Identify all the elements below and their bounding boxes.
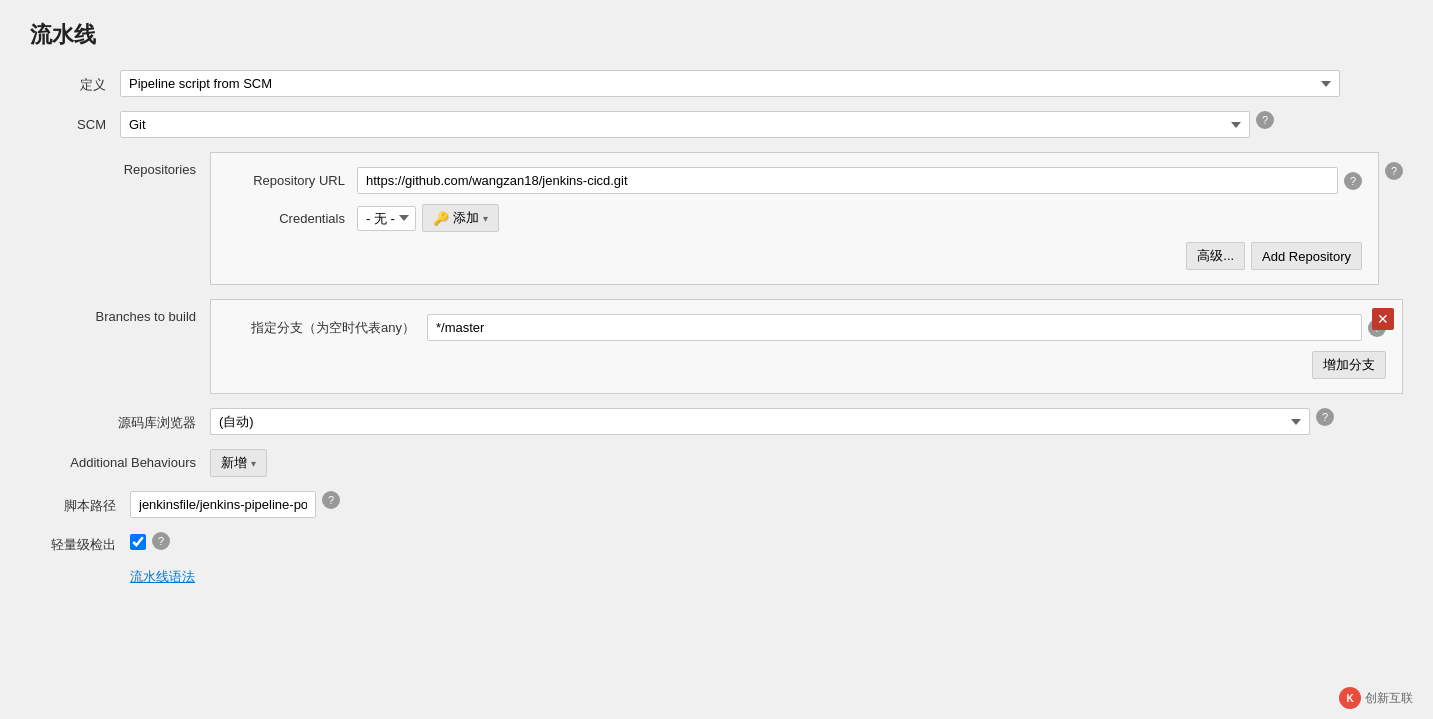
delete-branch-button[interactable]: ✕ (1372, 308, 1394, 330)
lightweight-checkout-checkbox[interactable] (130, 534, 146, 550)
source-browser-row: 源码库浏览器 (自动) ? (30, 408, 1403, 435)
add-branch-row: 增加分支 (227, 351, 1386, 379)
script-path-input[interactable] (130, 491, 316, 518)
repositories-help-icon[interactable]: ? (1385, 162, 1403, 180)
branches-row: Branches to build ✕ 指定分支（为空时代表any） ? 增加分… (30, 299, 1403, 394)
scm-row: SCM Git ? (30, 111, 1403, 138)
branch-field-label: 指定分支（为空时代表any） (227, 319, 427, 337)
scm-help-icon[interactable]: ? (1256, 111, 1274, 129)
xinjian-label: 新增 (221, 454, 247, 472)
credentials-add-button[interactable]: 🔑 添加 ▾ (422, 204, 499, 232)
xinjian-arrow: ▾ (251, 458, 256, 469)
additional-behaviours-label: Additional Behaviours (30, 449, 210, 470)
scm-label: SCM (30, 111, 120, 132)
repo-actions: 高级... Add Repository (227, 242, 1362, 270)
pipeline-syntax-link[interactable]: 流水线语法 (130, 568, 195, 586)
repo-url-label: Repository URL (227, 173, 357, 188)
lightweight-help-icon[interactable]: ? (152, 532, 170, 550)
repo-url-help-icon[interactable]: ? (1344, 172, 1362, 190)
script-path-label: 脚本路径 (30, 491, 130, 515)
add-repository-button[interactable]: Add Repository (1251, 242, 1362, 270)
branch-input[interactable] (427, 314, 1362, 341)
watermark: K 创新互联 (1339, 687, 1413, 709)
add-dropdown-arrow: ▾ (483, 213, 488, 224)
pipeline-syntax-row: 流水线语法 (30, 568, 1403, 586)
branches-label: Branches to build (30, 299, 210, 324)
script-path-row: 脚本路径 ? (30, 491, 1403, 518)
credentials-row: Credentials - 无 - 🔑 添加 ▾ (227, 204, 1362, 232)
definition-select[interactable]: Pipeline script from SCM (120, 70, 1340, 97)
repositories-row: Repositories Repository URL ? Credential… (30, 152, 1403, 285)
watermark-text: 创新互联 (1365, 690, 1413, 707)
definition-row: 定义 Pipeline script from SCM (30, 70, 1403, 97)
additional-behaviours-row: Additional Behaviours 新增 ▾ (30, 449, 1403, 477)
repo-url-row: Repository URL ? (227, 167, 1362, 194)
page-container: 流水线 定义 Pipeline script from SCM SCM Git … (0, 0, 1433, 620)
watermark-logo: K (1339, 687, 1361, 709)
scm-select[interactable]: Git (120, 111, 1250, 138)
source-browser-help-icon[interactable]: ? (1316, 408, 1334, 426)
additional-behaviours-add-button[interactable]: 新增 ▾ (210, 449, 267, 477)
lightweight-checkout-label: 轻量级检出 (30, 532, 130, 554)
credentials-select[interactable]: - 无 - (357, 206, 416, 231)
definition-content: Pipeline script from SCM (120, 70, 1403, 97)
script-path-help-icon[interactable]: ? (322, 491, 340, 509)
page-title: 流水线 (30, 20, 1403, 50)
definition-label: 定义 (30, 70, 120, 94)
advanced-button[interactable]: 高级... (1186, 242, 1245, 270)
pipeline-syntax-spacer (30, 568, 130, 574)
add-branch-button[interactable]: 增加分支 (1312, 351, 1386, 379)
repo-url-input[interactable] (357, 167, 1338, 194)
key-icon: 🔑 (433, 211, 449, 226)
repositories-box: Repository URL ? Credentials - 无 - 🔑 添加 (210, 152, 1379, 285)
lightweight-checkout-row: 轻量级检出 ? (30, 532, 1403, 554)
source-browser-label: 源码库浏览器 (30, 408, 210, 432)
branches-box: ✕ 指定分支（为空时代表any） ? 增加分支 (210, 299, 1403, 394)
source-browser-select[interactable]: (自动) (210, 408, 1310, 435)
repositories-label: Repositories (30, 152, 210, 177)
branch-field-row: 指定分支（为空时代表any） ? (227, 314, 1386, 341)
credentials-label: Credentials (227, 211, 357, 226)
add-label: 添加 (453, 209, 479, 227)
